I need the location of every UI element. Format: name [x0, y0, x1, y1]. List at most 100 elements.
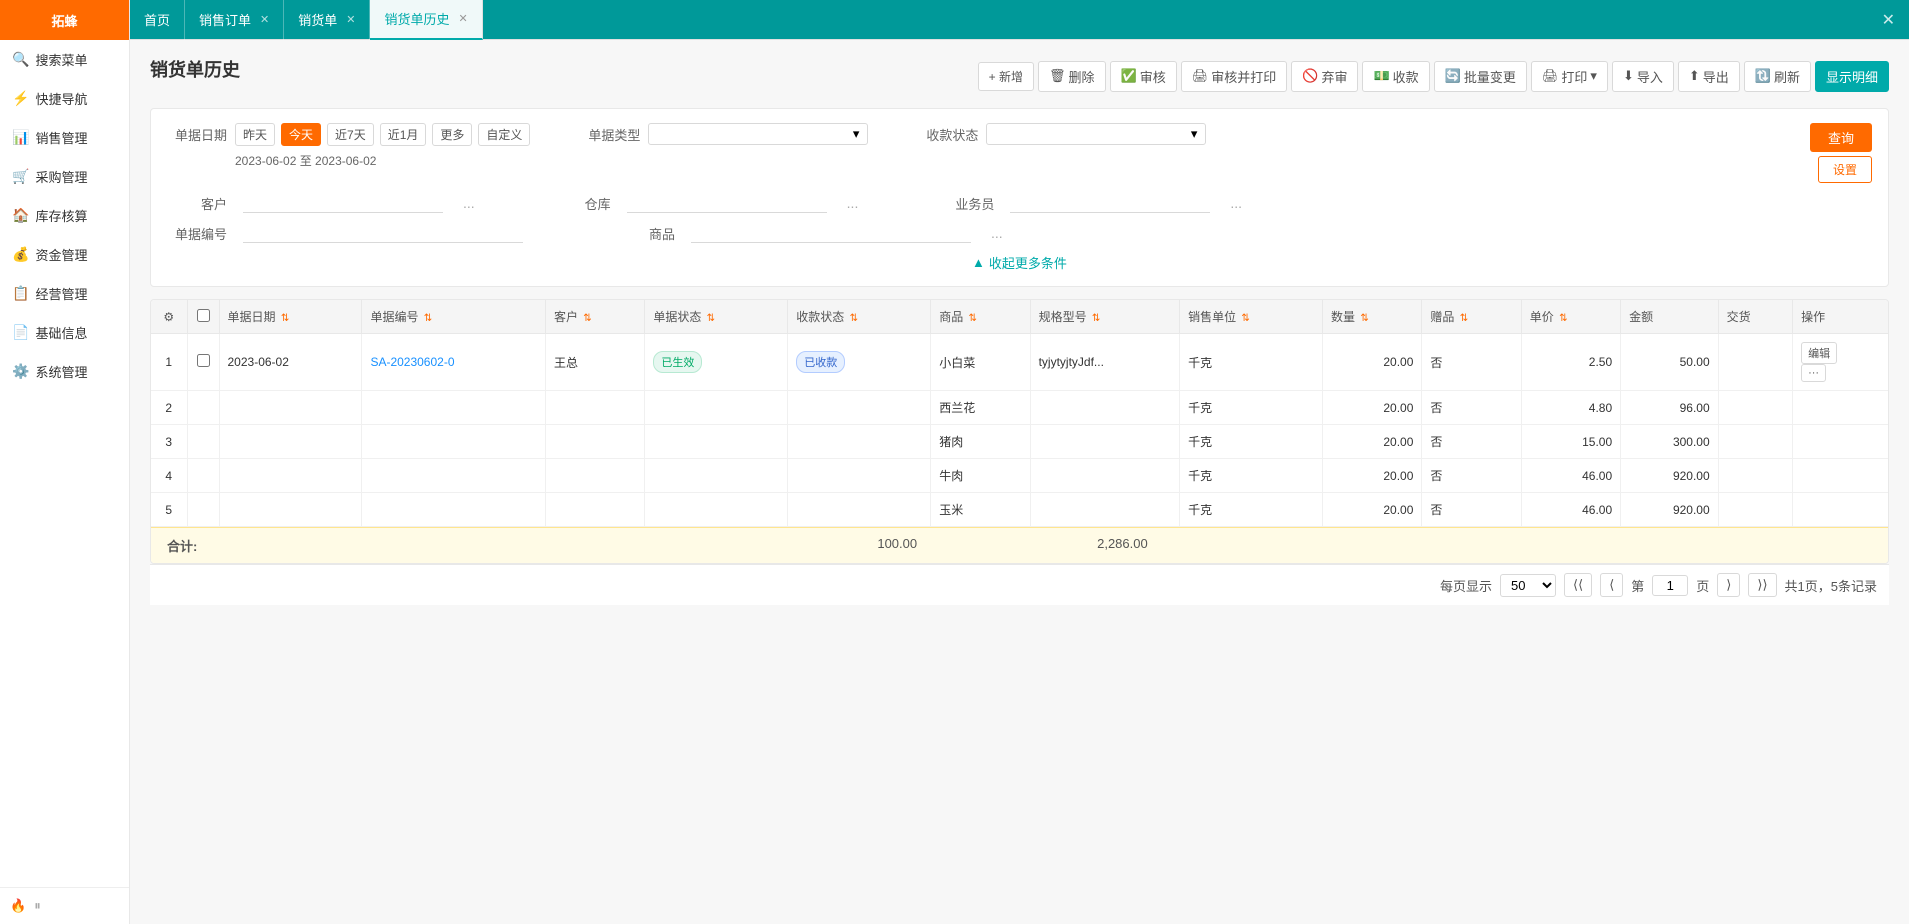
- export-button[interactable]: ⬆ 导出: [1678, 61, 1740, 92]
- batch-change-button[interactable]: 🔄 批量变更: [1434, 61, 1527, 92]
- footer-label: 合计:: [167, 536, 197, 555]
- import-button[interactable]: ⬇ 导入: [1612, 61, 1674, 92]
- col-customer[interactable]: 客户 ⇅: [545, 300, 644, 334]
- collect-button[interactable]: 💵 收款: [1362, 61, 1429, 92]
- tab-sales-order-close[interactable]: ✕: [260, 13, 269, 26]
- per-page-label: 每页显示: [1440, 576, 1492, 595]
- tab-sales-order[interactable]: 销售订单 ✕: [185, 0, 284, 40]
- col-qty[interactable]: 数量 ⇅: [1323, 300, 1422, 334]
- date-btn-1month[interactable]: 近1月: [380, 123, 427, 146]
- per-page-select[interactable]: 50 100: [1500, 574, 1556, 597]
- edit-action-btn[interactable]: 编辑: [1801, 342, 1837, 364]
- col-product[interactable]: 商品 ⇅: [931, 300, 1030, 334]
- row-checkbox-cell[interactable]: [187, 493, 219, 527]
- sidebar-label-inventory: 库存核算: [35, 206, 87, 225]
- sidebar-bottom-icon2[interactable]: ⏸: [34, 898, 41, 914]
- doc-type-label: 单据类型: [580, 125, 640, 144]
- cell-gift: 否: [1422, 425, 1521, 459]
- warehouse-input[interactable]: [627, 193, 827, 213]
- sidebar-item-search-menu[interactable]: 🔍 搜索菜单: [0, 40, 129, 79]
- abandon-button[interactable]: 🚫 弃审: [1291, 61, 1358, 92]
- staff-dots[interactable]: ...: [1226, 195, 1246, 211]
- col-checkbox[interactable]: [187, 300, 219, 334]
- tab-sales-history-close[interactable]: ✕: [459, 12, 468, 25]
- row-checkbox-cell[interactable]: [187, 391, 219, 425]
- row-checkbox-cell[interactable]: [187, 334, 219, 391]
- sidebar-item-sales[interactable]: 📊 销售管理: [0, 118, 129, 157]
- collapse-button[interactable]: ▲ 收起更多条件: [972, 253, 1067, 272]
- sidebar-item-system[interactable]: ⚙️ 系统管理: [0, 352, 129, 391]
- cell-gift: 否: [1422, 334, 1521, 391]
- page-suffix: 页: [1696, 576, 1709, 595]
- more-action-btn[interactable]: ···: [1801, 364, 1826, 382]
- sidebar-bottom-icon1[interactable]: 🔥: [10, 898, 26, 914]
- col-amount: 金额: [1621, 300, 1719, 334]
- customer-input[interactable]: [243, 193, 443, 213]
- col-spec[interactable]: 规格型号 ⇅: [1030, 300, 1180, 334]
- collapse-row: ▲ 收起更多条件: [167, 253, 1872, 272]
- refresh-button[interactable]: 🔃 刷新: [1744, 61, 1811, 92]
- display-detail-button[interactable]: 显示明细: [1815, 61, 1889, 92]
- date-btn-yesterday[interactable]: 昨天: [235, 123, 275, 146]
- sidebar-logo: 拓蜂: [0, 0, 129, 40]
- cell-price: 4.80: [1521, 391, 1620, 425]
- settings-button[interactable]: 设置: [1818, 156, 1872, 183]
- cell-qty: 20.00: [1323, 425, 1422, 459]
- sidebar-item-operations[interactable]: 📋 经营管理: [0, 274, 129, 313]
- col-gift[interactable]: 赠品 ⇅: [1422, 300, 1521, 334]
- tab-sales-history[interactable]: 销货单历史 ✕: [370, 0, 482, 40]
- col-doc-status[interactable]: 单据状态 ⇅: [645, 300, 788, 334]
- row-checkbox-cell[interactable]: [187, 425, 219, 459]
- date-btn-custom[interactable]: 自定义: [478, 123, 530, 146]
- col-doc-no[interactable]: 单据编号 ⇅: [362, 300, 546, 334]
- tab-home[interactable]: 首页: [130, 0, 185, 40]
- row-checkbox-cell[interactable]: [187, 459, 219, 493]
- prev-page-button[interactable]: ⟨: [1600, 573, 1623, 597]
- cell-transaction: [1718, 425, 1792, 459]
- sidebar-item-purchase[interactable]: 🛒 采购管理: [0, 157, 129, 196]
- tab-close-all[interactable]: ✕: [1868, 10, 1909, 30]
- payment-status-select[interactable]: ▾: [986, 123, 1206, 145]
- cell-price: 46.00: [1521, 493, 1620, 527]
- sidebar-item-inventory[interactable]: 🏠 库存核算: [0, 196, 129, 235]
- product-input[interactable]: [691, 223, 971, 243]
- row-checkbox[interactable]: [197, 354, 210, 367]
- doc-type-select[interactable]: ▾: [648, 123, 868, 145]
- table-row: 5 玉米 千克 20.00 否 46.00 920.00: [151, 493, 1888, 527]
- print-button[interactable]: 🖨 打印 ▾: [1531, 61, 1608, 92]
- date-btn-more[interactable]: 更多: [432, 123, 472, 146]
- doc-no-input[interactable]: [243, 223, 523, 243]
- customer-dots[interactable]: ...: [459, 195, 479, 211]
- lightning-icon: ⚡: [12, 90, 29, 107]
- cell-spec: [1030, 493, 1180, 527]
- product-dots[interactable]: ...: [987, 225, 1007, 241]
- query-button[interactable]: 查询: [1810, 123, 1872, 152]
- sidebar-item-quick-nav[interactable]: ⚡ 快捷导航: [0, 79, 129, 118]
- page-number-input[interactable]: [1652, 575, 1688, 596]
- date-btn-7days[interactable]: 近7天: [327, 123, 374, 146]
- delete-button[interactable]: 🗑 删除: [1038, 61, 1106, 92]
- col-payment-status[interactable]: 收款状态 ⇅: [788, 300, 931, 334]
- col-unit[interactable]: 销售单位 ⇅: [1180, 300, 1323, 334]
- tab-sales-invoice-close[interactable]: ✕: [346, 13, 355, 26]
- col-price[interactable]: 单价 ⇅: [1521, 300, 1620, 334]
- tab-sales-invoice[interactable]: 销货单 ✕: [284, 0, 370, 40]
- col-settings[interactable]: ⚙: [151, 300, 187, 334]
- review-button[interactable]: ✅ 审核: [1110, 61, 1177, 92]
- date-btn-today[interactable]: 今天: [281, 123, 321, 146]
- delete-icon: 🗑: [1049, 68, 1066, 84]
- review-print-button[interactable]: 🖨 审核并打印: [1181, 61, 1288, 92]
- content-area: 销货单历史 + 新增 🗑 删除 ✅ 审核 🖨 审核并打印 🚫 弃审: [130, 40, 1909, 924]
- staff-input[interactable]: [1010, 193, 1210, 213]
- col-date[interactable]: 单据日期 ⇅: [219, 300, 362, 334]
- next-page-button[interactable]: ⟩: [1717, 573, 1740, 597]
- sidebar-item-finance[interactable]: 💰 资金管理: [0, 235, 129, 274]
- new-button[interactable]: + 新增: [978, 62, 1034, 91]
- sidebar-item-basic-info[interactable]: 📄 基础信息: [0, 313, 129, 352]
- warehouse-dots[interactable]: ...: [843, 195, 863, 211]
- first-page-button[interactable]: ⟨⟨: [1564, 573, 1592, 597]
- sidebar-label-finance: 资金管理: [35, 245, 87, 264]
- chart-icon: 📊: [12, 129, 29, 146]
- last-page-button[interactable]: ⟩⟩: [1748, 573, 1776, 597]
- select-all-checkbox[interactable]: [197, 309, 210, 322]
